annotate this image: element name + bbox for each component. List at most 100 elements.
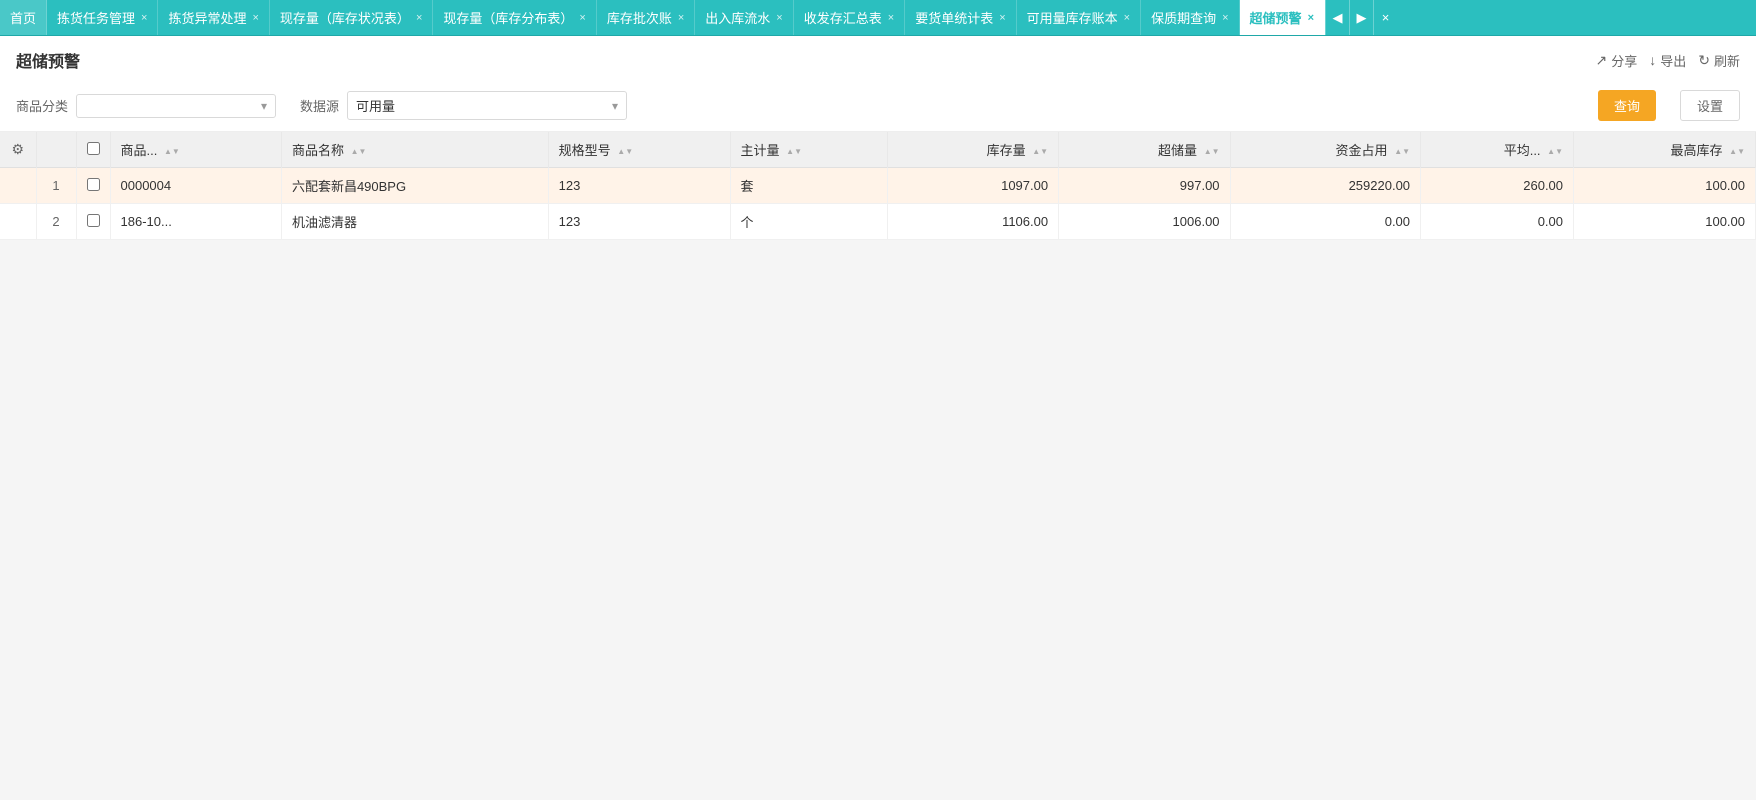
nav-pawn-task[interactable]: 拣货任务管理 × — [47, 0, 158, 35]
overstock-table: ⚙ 商品... ▲▼ 商品名称 ▲▼ 规格型号 ▲▼ — [0, 132, 1756, 240]
export-button[interactable]: ↓ 导出 — [1649, 51, 1686, 70]
sort-stock-icon: ▲▼ — [1032, 148, 1048, 156]
nav-avail-stock[interactable]: 可用量库存账本 × — [1017, 0, 1141, 35]
row-checkbox[interactable] — [87, 178, 100, 191]
sort-avg-icon: ▲▼ — [1547, 148, 1563, 156]
col-header-unit[interactable]: 主计量 ▲▼ — [730, 132, 887, 168]
select-all-checkbox[interactable] — [87, 142, 100, 155]
close-overstock-warn[interactable]: × — [1308, 12, 1314, 24]
col-header-overstock[interactable]: 超储量 ▲▼ — [1059, 132, 1230, 168]
page-title: 超储预警 — [16, 48, 80, 72]
settings-button[interactable]: 设置 — [1680, 90, 1740, 121]
col-header-gear[interactable]: ⚙ — [0, 132, 36, 168]
close-pawn-abnormal[interactable]: × — [252, 12, 258, 24]
nav-quality-check[interactable]: 保质期查询 × — [1141, 0, 1239, 35]
export-icon: ↓ — [1649, 52, 1656, 68]
nav-home[interactable]: 首页 — [0, 0, 47, 35]
nav-order-stat[interactable]: 要货单统计表 × — [905, 0, 1016, 35]
share-button[interactable]: ↗ 分享 — [1595, 51, 1637, 70]
col-header-avg[interactable]: 平均... ▲▼ — [1421, 132, 1574, 168]
row-number: 2 — [36, 204, 76, 240]
row-overstock: 997.00 — [1059, 168, 1230, 204]
row-checkbox-cell[interactable] — [76, 168, 110, 204]
nav-stock-status[interactable]: 现存量（库存状况表） × — [270, 0, 433, 35]
category-filter-group: 商品分类 ▾ — [16, 94, 276, 118]
close-in-out-flow[interactable]: × — [776, 12, 782, 24]
row-avg: 260.00 — [1421, 168, 1574, 204]
top-navigation: 首页 拣货任务管理 × 拣货异常处理 × 现存量（库存状况表） × 现存量（库存… — [0, 0, 1756, 36]
col-header-spec[interactable]: 规格型号 ▲▼ — [548, 132, 730, 168]
row-maxstock: 100.00 — [1574, 168, 1756, 204]
gear-settings-icon[interactable]: ⚙ — [11, 141, 24, 157]
row-maxstock: 100.00 — [1574, 204, 1756, 240]
table-row: 2 186-10... 机油滤清器 123 个 1106.00 1006.00 … — [0, 204, 1756, 240]
sort-spec-icon: ▲▼ — [617, 148, 633, 156]
close-avail-stock[interactable]: × — [1124, 12, 1130, 24]
close-receive-send[interactable]: × — [888, 12, 894, 24]
refresh-icon: ↻ — [1698, 52, 1710, 69]
page-header: 超储预警 ↗ 分享 ↓ 导出 ↻ 刷新 — [0, 36, 1756, 80]
col-header-capital[interactable]: 资金占用 ▲▼ — [1230, 132, 1421, 168]
col-header-name[interactable]: 商品名称 ▲▼ — [281, 132, 548, 168]
row-stock: 1097.00 — [887, 168, 1058, 204]
sort-maxstock-icon: ▲▼ — [1729, 148, 1745, 156]
close-quality-check[interactable]: × — [1222, 12, 1228, 24]
category-select[interactable]: ▾ — [76, 94, 276, 118]
refresh-button[interactable]: ↻ 刷新 — [1698, 51, 1740, 70]
row-capital: 259220.00 — [1230, 168, 1421, 204]
filter-area: 商品分类 ▾ 数据源 可用量 ▾ 查询 设置 — [0, 80, 1756, 132]
datasource-value: 可用量 — [356, 96, 395, 115]
col-header-stock[interactable]: 库存量 ▲▼ — [887, 132, 1058, 168]
table-row: 1 0000004 六配套新昌490BPG 123 套 1097.00 997.… — [0, 168, 1756, 204]
row-unit: 个 — [730, 204, 887, 240]
sort-capital-icon: ▲▼ — [1394, 148, 1410, 156]
close-stock-dist[interactable]: × — [579, 12, 585, 24]
row-gear-cell — [0, 204, 36, 240]
row-stock: 1106.00 — [887, 204, 1058, 240]
datasource-label: 数据源 — [300, 96, 339, 115]
row-checkbox-cell[interactable] — [76, 204, 110, 240]
row-code: 0000004 — [110, 168, 281, 204]
row-unit: 套 — [730, 168, 887, 204]
row-checkbox[interactable] — [87, 214, 100, 227]
row-name: 机油滤清器 — [281, 204, 548, 240]
nav-overstock-warn[interactable]: 超储预警 × — [1240, 0, 1325, 35]
sort-code-icon: ▲▼ — [164, 148, 180, 156]
datasource-select[interactable]: 可用量 ▾ — [347, 91, 627, 120]
nav-stock-dist[interactable]: 现存量（库存分布表） × — [433, 0, 596, 35]
sort-over-icon: ▲▼ — [1204, 148, 1220, 156]
query-button[interactable]: 查询 — [1598, 90, 1656, 121]
nav-scroll-left[interactable]: ◀ — [1325, 0, 1349, 35]
nav-scroll-right[interactable]: ▶ — [1349, 0, 1373, 35]
category-label: 商品分类 — [16, 96, 68, 115]
datasource-chevron-icon: ▾ — [612, 99, 618, 113]
nav-pawn-abnormal[interactable]: 拣货异常处理 × — [158, 0, 269, 35]
close-stock-batch[interactable]: × — [678, 12, 684, 24]
table-header-row: ⚙ 商品... ▲▼ 商品名称 ▲▼ 规格型号 ▲▼ — [0, 132, 1756, 168]
row-code: 186-10... — [110, 204, 281, 240]
row-name: 六配套新昌490BPG — [281, 168, 548, 204]
row-spec: 123 — [548, 168, 730, 204]
close-pawn-task[interactable]: × — [141, 12, 147, 24]
row-spec: 123 — [548, 204, 730, 240]
datasource-filter-group: 数据源 可用量 ▾ — [300, 91, 627, 120]
row-capital: 0.00 — [1230, 204, 1421, 240]
row-gear-cell — [0, 168, 36, 204]
sort-unit-icon: ▲▼ — [786, 148, 802, 156]
row-overstock: 1006.00 — [1059, 204, 1230, 240]
share-icon: ↗ — [1595, 52, 1607, 69]
sort-name-icon: ▲▼ — [351, 148, 367, 156]
col-header-code[interactable]: 商品... ▲▼ — [110, 132, 281, 168]
nav-receive-send[interactable]: 收发存汇总表 × — [794, 0, 905, 35]
close-stock-status[interactable]: × — [416, 12, 422, 24]
close-order-stat[interactable]: × — [999, 12, 1005, 24]
col-header-checkbox[interactable] — [76, 132, 110, 168]
chevron-down-icon: ▾ — [261, 99, 267, 113]
col-header-maxstock[interactable]: 最高库存 ▲▼ — [1574, 132, 1756, 168]
row-avg: 0.00 — [1421, 204, 1574, 240]
nav-close-all[interactable]: × — [1373, 0, 1397, 35]
nav-in-out-flow[interactable]: 出入库流水 × — [695, 0, 793, 35]
data-table-container: ⚙ 商品... ▲▼ 商品名称 ▲▼ 规格型号 ▲▼ — [0, 132, 1756, 240]
header-actions: ↗ 分享 ↓ 导出 ↻ 刷新 — [1595, 51, 1740, 70]
nav-stock-batch[interactable]: 库存批次账 × — [597, 0, 695, 35]
